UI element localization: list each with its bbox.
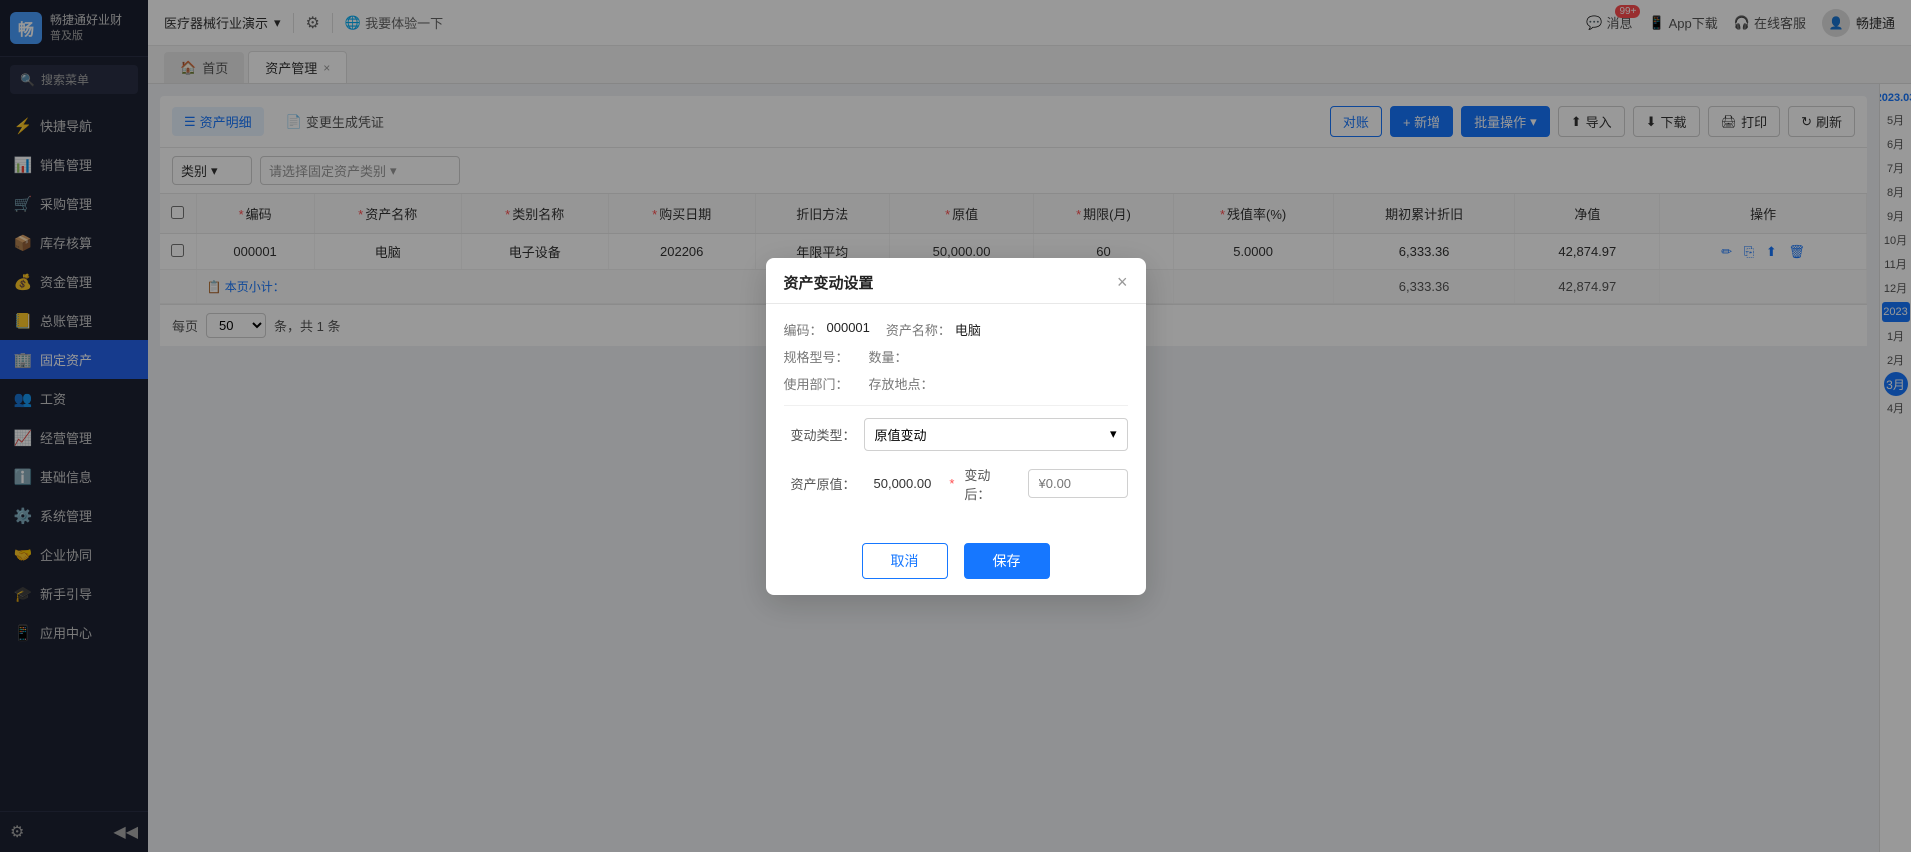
after-value-input[interactable] — [1028, 469, 1128, 498]
after-label: 变动后： — [964, 465, 1015, 503]
dialog-info-row-2: 规格型号： 数量： — [784, 347, 1128, 366]
dialog-info-row-1: 编码： 000001 资产名称： 电脑 — [784, 320, 1128, 339]
dialog-location-item: 存放地点： — [869, 374, 938, 393]
dialog-divider — [784, 405, 1128, 406]
original-value-label: 资产原值： — [784, 474, 856, 493]
asset-change-dialog: 资产变动设置 × 编码： 000001 资产名称： 电脑 规格型号： — [766, 258, 1146, 595]
original-value-row: 资产原值： 50,000.00 * 变动后： — [784, 465, 1128, 503]
dialog-asset-name-item: 资产名称： 电脑 — [886, 320, 981, 339]
change-type-label: 变动类型： — [784, 425, 856, 444]
dialog-dept-item: 使用部门： — [784, 374, 853, 393]
save-button[interactable]: 保存 — [964, 543, 1050, 579]
required-mark: * — [949, 476, 954, 491]
dialog-close-btn[interactable]: × — [1117, 273, 1128, 291]
dialog-title: 资产变动设置 — [784, 272, 874, 293]
chevron-down-icon3: ▾ — [1110, 426, 1117, 442]
dialog-footer: 取消 保存 — [766, 533, 1146, 595]
dialog-spec-item: 规格型号： — [784, 347, 853, 366]
dialog-body: 编码： 000001 资产名称： 电脑 规格型号： 数量： — [766, 304, 1146, 533]
dialog-info-row-3: 使用部门： 存放地点： — [784, 374, 1128, 393]
dialog-overlay[interactable]: 资产变动设置 × 编码： 000001 资产名称： 电脑 规格型号： — [0, 0, 1911, 852]
dialog-header: 资产变动设置 × — [766, 258, 1146, 304]
change-type-select[interactable]: 原值变动 ▾ — [864, 418, 1128, 451]
dialog-code-item: 编码： 000001 — [784, 320, 870, 339]
change-type-row: 变动类型： 原值变动 ▾ — [784, 418, 1128, 451]
cancel-button[interactable]: 取消 — [862, 543, 948, 579]
original-value-display: 50,000.00 — [864, 470, 942, 497]
dialog-quantity-item: 数量： — [869, 347, 912, 366]
